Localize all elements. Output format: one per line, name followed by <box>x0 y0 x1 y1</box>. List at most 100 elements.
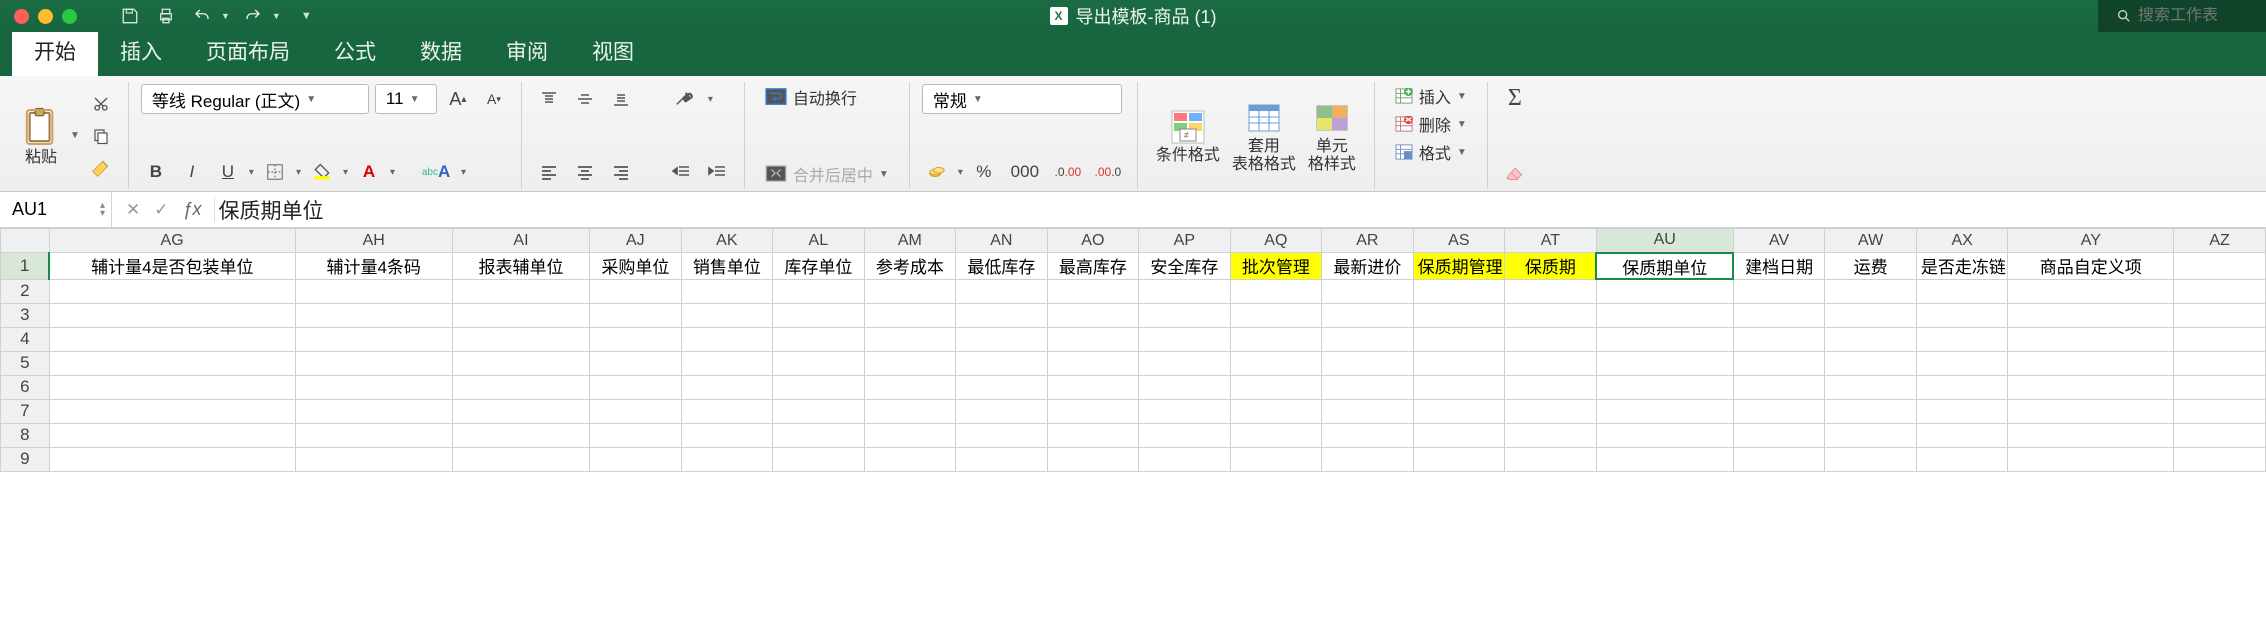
cell[interactable] <box>1139 327 1231 351</box>
row-header-7[interactable]: 7 <box>1 399 50 423</box>
search-input[interactable] <box>2138 7 2248 25</box>
cell[interactable] <box>1825 447 1917 471</box>
delete-cells-button[interactable]: 删除▼ <box>1387 112 1475 136</box>
row-header-3[interactable]: 3 <box>1 303 50 327</box>
column-header-AP[interactable]: AP <box>1139 229 1231 253</box>
cell[interactable]: 是否走冻链 <box>1916 253 2008 280</box>
align-top-icon[interactable] <box>534 85 564 113</box>
cell[interactable] <box>956 447 1048 471</box>
cell[interactable] <box>590 423 682 447</box>
cell[interactable] <box>49 423 295 447</box>
cell[interactable] <box>1047 303 1139 327</box>
cell[interactable] <box>2008 375 2174 399</box>
cell[interactable] <box>864 423 956 447</box>
cell[interactable] <box>2174 423 2266 447</box>
cell[interactable] <box>1230 399 1322 423</box>
cell[interactable] <box>1047 423 1139 447</box>
autosum-button[interactable]: Σ <box>1500 84 1530 112</box>
decrease-decimal-icon[interactable]: .00.0 <box>1091 158 1125 186</box>
font-size-select[interactable]: 11▼ <box>375 84 437 114</box>
cell[interactable] <box>1139 375 1231 399</box>
cell[interactable]: 辅计量4条码 <box>295 253 452 280</box>
cell[interactable] <box>1825 279 1917 303</box>
cell[interactable] <box>1505 423 1597 447</box>
column-header-AI[interactable]: AI <box>452 229 589 253</box>
cell[interactable] <box>773 327 865 351</box>
row-header-1[interactable]: 1 <box>1 253 50 280</box>
paste-button[interactable]: 粘贴 <box>12 105 70 167</box>
cell[interactable] <box>864 447 956 471</box>
decrease-indent-icon[interactable] <box>666 158 696 186</box>
undo-icon[interactable] <box>189 5 215 27</box>
cell[interactable] <box>681 351 773 375</box>
row-header-5[interactable]: 5 <box>1 351 50 375</box>
font-color-dropdown[interactable]: ▾ <box>390 167 395 178</box>
cell[interactable]: 最新进价 <box>1322 253 1414 280</box>
font-name-select[interactable]: 等线 Regular (正文)▼ <box>141 84 369 114</box>
comma-button[interactable]: 000 <box>1005 158 1045 186</box>
cell[interactable] <box>1733 351 1825 375</box>
cancel-formula-icon[interactable]: ✕ <box>126 200 140 220</box>
cell[interactable] <box>49 327 295 351</box>
cell[interactable] <box>1733 423 1825 447</box>
cell[interactable] <box>1825 423 1917 447</box>
cell[interactable] <box>956 399 1048 423</box>
cell[interactable] <box>1505 447 1597 471</box>
cell[interactable] <box>1322 327 1414 351</box>
cell[interactable] <box>590 399 682 423</box>
cell[interactable] <box>452 351 589 375</box>
cell[interactable] <box>1139 399 1231 423</box>
increase-indent-icon[interactable] <box>702 158 732 186</box>
tab-view[interactable]: 视图 <box>570 28 656 76</box>
cell[interactable] <box>452 327 589 351</box>
cell[interactable] <box>2174 253 2266 280</box>
cell[interactable] <box>452 279 589 303</box>
format-cells-button[interactable]: 格式▼ <box>1387 140 1475 164</box>
cell[interactable] <box>681 447 773 471</box>
align-middle-icon[interactable] <box>570 85 600 113</box>
cell[interactable] <box>49 351 295 375</box>
cell[interactable] <box>295 399 452 423</box>
cell[interactable]: 辅计量4是否包装单位 <box>49 253 295 280</box>
accept-formula-icon[interactable]: ✓ <box>154 200 168 220</box>
cell[interactable] <box>1916 423 2008 447</box>
cell[interactable] <box>2174 303 2266 327</box>
align-center-icon[interactable] <box>570 158 600 186</box>
cell[interactable] <box>1230 423 1322 447</box>
cell[interactable] <box>1413 279 1505 303</box>
cell[interactable] <box>1505 375 1597 399</box>
cell[interactable] <box>2008 351 2174 375</box>
cell[interactable] <box>1047 447 1139 471</box>
align-left-icon[interactable] <box>534 158 564 186</box>
cell[interactable] <box>590 447 682 471</box>
cell[interactable] <box>295 447 452 471</box>
cell[interactable] <box>49 375 295 399</box>
qat-customize[interactable]: ▼ <box>301 10 312 22</box>
cell[interactable] <box>681 279 773 303</box>
cell[interactable] <box>452 399 589 423</box>
cell[interactable] <box>681 375 773 399</box>
cell[interactable] <box>2008 327 2174 351</box>
cell[interactable] <box>1505 399 1597 423</box>
tab-formulas[interactable]: 公式 <box>312 28 398 76</box>
cell[interactable] <box>956 423 1048 447</box>
bold-button[interactable]: B <box>141 158 171 186</box>
currency-button[interactable] <box>922 158 952 186</box>
cell[interactable] <box>1139 279 1231 303</box>
column-header-AS[interactable]: AS <box>1413 229 1505 253</box>
wrap-text-button[interactable]: 自动换行 <box>757 84 897 110</box>
column-header-AX[interactable]: AX <box>1916 229 2008 253</box>
cell[interactable] <box>773 375 865 399</box>
cell[interactable] <box>773 279 865 303</box>
cell[interactable] <box>773 399 865 423</box>
grow-font-icon[interactable]: A▴ <box>443 85 473 113</box>
cell[interactable]: 库存单位 <box>773 253 865 280</box>
cell[interactable] <box>956 279 1048 303</box>
cell[interactable] <box>1596 351 1733 375</box>
tab-insert[interactable]: 插入 <box>98 28 184 76</box>
cell[interactable]: 销售单位 <box>681 253 773 280</box>
cell[interactable] <box>1916 351 2008 375</box>
cell[interactable] <box>1596 279 1733 303</box>
cell[interactable] <box>452 375 589 399</box>
cell[interactable]: 运费 <box>1825 253 1917 280</box>
